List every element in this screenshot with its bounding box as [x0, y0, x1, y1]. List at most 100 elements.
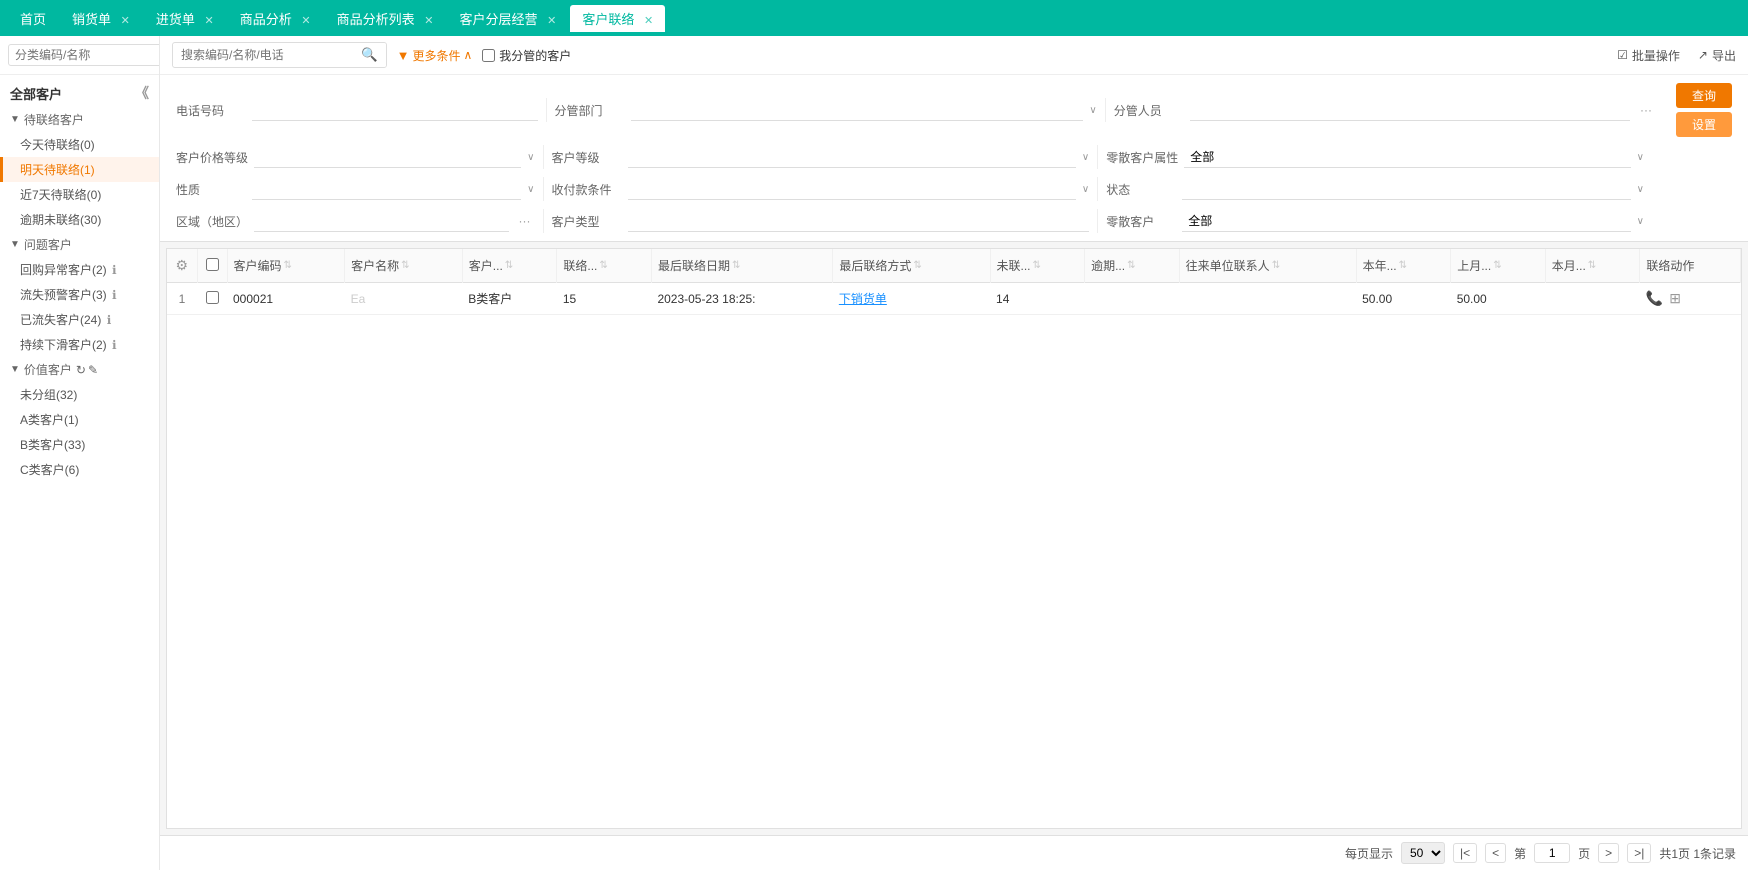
- page-size-select[interactable]: 50: [1401, 842, 1445, 864]
- sort-icon[interactable]: ⇅: [913, 260, 921, 271]
- row-code: 000021: [227, 283, 345, 315]
- sidebar-churn-warning[interactable]: 流失预警客户(3) ℹ: [0, 282, 159, 307]
- my-customers-checkbox[interactable]: [482, 49, 495, 62]
- phone-input[interactable]: [252, 100, 538, 121]
- dropdown-icon[interactable]: ∨: [1082, 152, 1089, 163]
- collapse-icon[interactable]: 《: [135, 83, 149, 103]
- nav-sales-order[interactable]: 销货单 ✕: [60, 5, 142, 32]
- sidebar-declining[interactable]: 持续下滑客户(2) ℹ: [0, 332, 159, 357]
- ellipsis-icon[interactable]: ···: [515, 214, 535, 228]
- edit-icon[interactable]: ✎: [88, 363, 98, 377]
- my-customers-checkbox-label[interactable]: 我分管的客户: [482, 47, 571, 64]
- last-page-button[interactable]: >|: [1627, 843, 1651, 863]
- nav-close-icon[interactable]: ✕: [547, 15, 556, 27]
- select-all-checkbox[interactable]: [206, 258, 219, 271]
- gear-icon[interactable]: ⚙: [175, 257, 188, 273]
- first-page-button[interactable]: |<: [1453, 843, 1477, 863]
- settings-button[interactable]: 设置: [1676, 112, 1732, 137]
- group-pending-contact[interactable]: ▼ 待联络客户: [0, 107, 159, 132]
- sort-icon[interactable]: ⇅: [401, 260, 409, 271]
- divider: [543, 177, 544, 201]
- page-input[interactable]: [1534, 843, 1570, 863]
- nav-home[interactable]: 首页: [8, 5, 58, 32]
- sidebar-repurchase-abnormal[interactable]: 回购异常客户(2) ℹ: [0, 257, 159, 282]
- sidebar-class-c[interactable]: C类客户(6): [0, 457, 159, 482]
- nav-product-analysis-list[interactable]: 商品分析列表 ✕: [325, 5, 446, 32]
- sort-icon[interactable]: ⇅: [599, 260, 607, 271]
- row-type: B类客户: [462, 283, 557, 315]
- sort-icon[interactable]: ⇅: [284, 260, 292, 271]
- sidebar-today-pending[interactable]: 今天待联络(0): [0, 132, 159, 157]
- sidebar-class-b[interactable]: B类客户(33): [0, 432, 159, 457]
- person-input[interactable]: [1190, 100, 1630, 121]
- nav-close-icon[interactable]: ✕: [424, 15, 433, 27]
- export-button[interactable]: ↗ 导出: [1698, 47, 1736, 64]
- nav-product-analysis[interactable]: 商品分析 ✕: [228, 5, 323, 32]
- search-wrap: 🔍: [172, 42, 387, 68]
- customer-level-select[interactable]: [628, 147, 1076, 168]
- sidebar-search-input[interactable]: [8, 44, 160, 66]
- sidebar-ungroups[interactable]: 未分组(32): [0, 382, 159, 407]
- sort-icon[interactable]: ⇅: [1399, 260, 1407, 271]
- more-filters-button[interactable]: ▼ 更多条件 ∧: [397, 47, 473, 64]
- arrow-icon: ▼: [10, 239, 20, 250]
- nav-close-icon[interactable]: ✕: [301, 15, 310, 27]
- refresh-icon[interactable]: ↻: [76, 363, 86, 377]
- grid-icon[interactable]: ⊞: [1669, 290, 1681, 307]
- info-icon: ℹ: [112, 288, 117, 302]
- col-last-method: 最后联络方式 ⇅: [833, 249, 990, 283]
- payment-label: 收付款条件: [552, 181, 622, 198]
- nav-customer-contact[interactable]: 客户联络 ✕: [570, 5, 665, 32]
- ellipsis-icon[interactable]: ···: [1636, 103, 1656, 117]
- payment-select[interactable]: [628, 179, 1076, 200]
- region-input[interactable]: [254, 211, 508, 232]
- dropdown-icon[interactable]: ∨: [527, 184, 534, 195]
- customer-type-select[interactable]: [628, 211, 1090, 232]
- nav-close-icon[interactable]: ✕: [644, 15, 653, 27]
- sort-icon[interactable]: ⇅: [732, 260, 740, 271]
- dept-input[interactable]: [631, 100, 1084, 121]
- sort-icon[interactable]: ⇅: [1588, 260, 1596, 271]
- dropdown-icon[interactable]: ∨: [1637, 152, 1644, 163]
- dropdown-icon[interactable]: ∨: [1082, 184, 1089, 195]
- retail-attr-select[interactable]: 全部: [1184, 147, 1630, 168]
- data-table-wrap: ⚙ 客户编码 ⇅ 客户名称: [166, 248, 1742, 829]
- sort-icon[interactable]: ⇅: [505, 260, 513, 271]
- group-problem-customers[interactable]: ▼ 问题客户: [0, 232, 159, 257]
- all-customers-header[interactable]: 全部客户 《: [0, 75, 159, 107]
- group-value-customers[interactable]: ▼ 价值客户 ↻ ✎: [0, 357, 159, 382]
- search-button[interactable]: 🔍: [353, 43, 386, 67]
- sidebar-class-a[interactable]: A类客户(1): [0, 407, 159, 432]
- sidebar-overdue-contact[interactable]: 逾期未联络(30): [0, 207, 159, 232]
- prev-page-button[interactable]: <: [1485, 843, 1506, 863]
- nav-close-icon[interactable]: ✕: [121, 15, 130, 27]
- sidebar-7day-pending[interactable]: 近7天待联络(0): [0, 182, 159, 207]
- dropdown-icon[interactable]: ∨: [527, 152, 534, 163]
- bulk-ops-button[interactable]: ☑ 批量操作: [1617, 47, 1680, 64]
- dropdown-icon[interactable]: ∨: [1637, 184, 1644, 195]
- sort-icon[interactable]: ⇅: [1033, 260, 1041, 271]
- nature-label: 性质: [176, 181, 246, 198]
- nature-select[interactable]: [252, 179, 521, 200]
- price-level-select[interactable]: [254, 147, 521, 168]
- sidebar-tomorrow-pending[interactable]: 明天待联络(1): [0, 157, 159, 182]
- nav-close-icon[interactable]: ✕: [205, 15, 214, 27]
- sidebar-churned[interactable]: 已流失客户(24) ℹ: [0, 307, 159, 332]
- nav-purchase-order[interactable]: 进货单 ✕: [144, 5, 226, 32]
- filter-nature: 性质 ∨: [176, 179, 535, 200]
- status-select[interactable]: [1182, 179, 1630, 200]
- sort-icon[interactable]: ⇅: [1493, 260, 1501, 271]
- next-page-button[interactable]: >: [1598, 843, 1619, 863]
- sort-icon[interactable]: ⇅: [1272, 260, 1280, 271]
- row-checkbox[interactable]: [206, 291, 219, 304]
- call-icon[interactable]: 📞: [1646, 290, 1663, 307]
- search-input[interactable]: [173, 44, 353, 66]
- dropdown-icon[interactable]: ∨: [1637, 216, 1644, 227]
- filter-bar: 🔍 ▼ 更多条件 ∧ 我分管的客户 ☑ 批量操作 ↗ 导出: [160, 36, 1748, 75]
- chevron-up-icon: ∧: [464, 48, 473, 62]
- retail-customer-select[interactable]: 全部: [1182, 211, 1630, 232]
- nav-customer-stratification[interactable]: 客户分层经营 ✕: [447, 5, 568, 32]
- query-button[interactable]: 查询: [1676, 83, 1732, 108]
- dropdown-arrow-icon[interactable]: ∨: [1089, 105, 1096, 116]
- sort-icon[interactable]: ⇅: [1127, 260, 1135, 271]
